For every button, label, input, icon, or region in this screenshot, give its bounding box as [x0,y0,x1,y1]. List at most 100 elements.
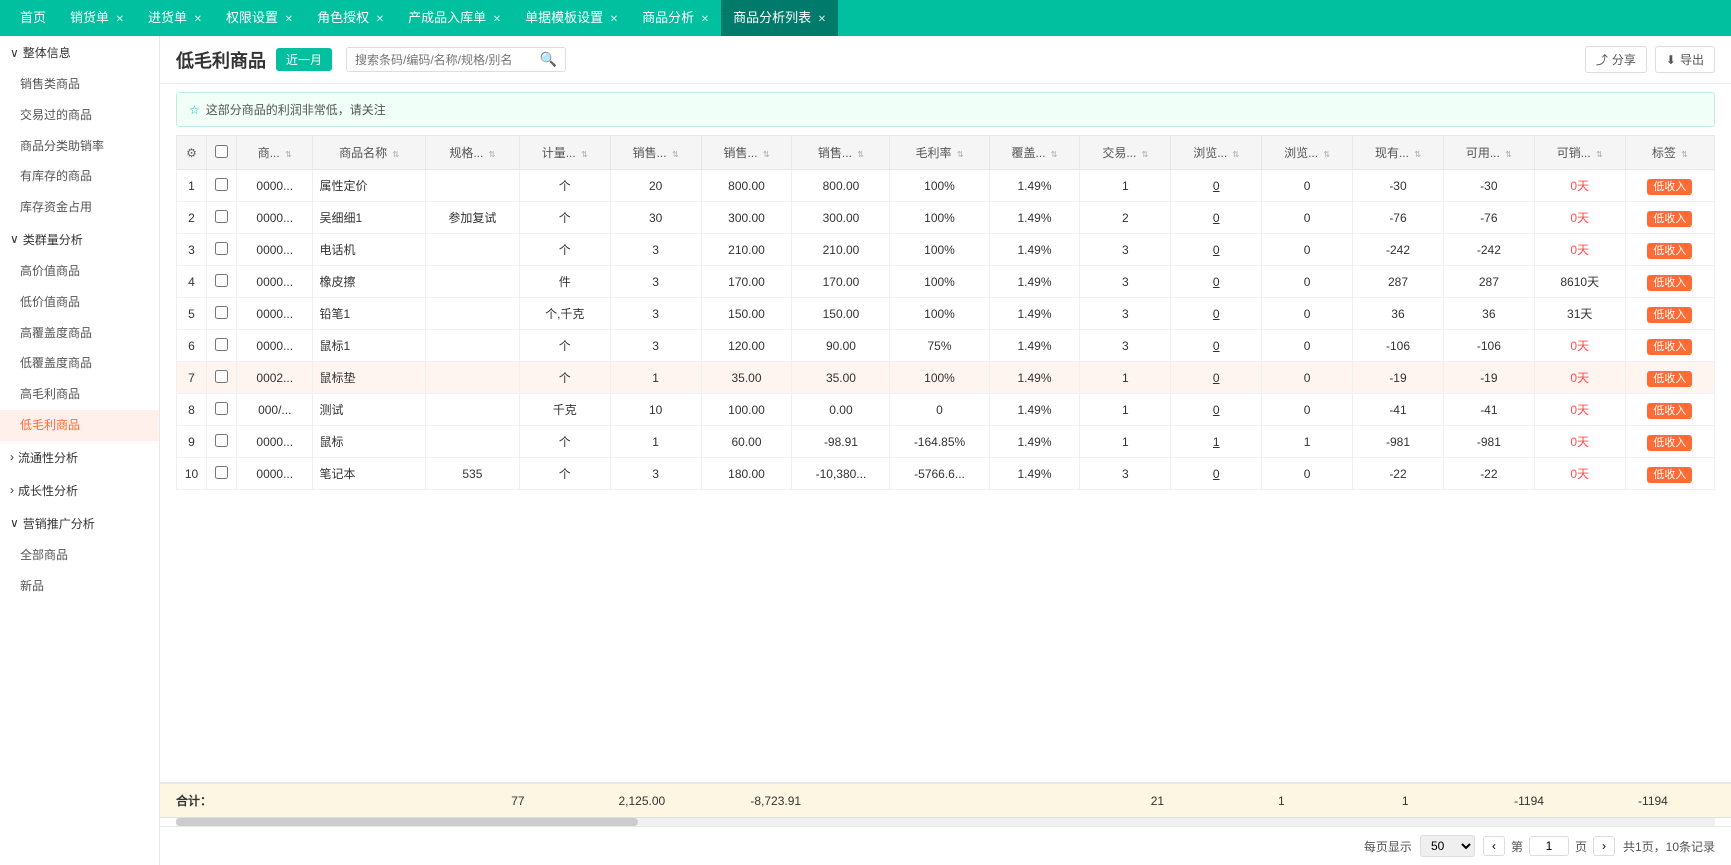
row-checkbox[interactable] [207,362,237,394]
export-button[interactable]: ⬇ 导出 [1655,46,1715,73]
close-analysis-list-icon[interactable]: ✕ [818,14,826,25]
sidebar-item-traded-products[interactable]: 交易过的商品 [0,100,159,131]
row-view1[interactable]: 0 [1171,458,1262,490]
row-sale3: 800.00 [792,170,890,202]
col-coverage[interactable]: 覆盖... ⇅ [989,136,1080,170]
col-tag[interactable]: 标签 ⇅ [1625,136,1714,170]
close-sales-icon[interactable]: ✕ [116,14,124,25]
row-unit: 个 [519,234,610,266]
row-view1[interactable]: 0 [1171,298,1262,330]
sidebar-item-high-coverage[interactable]: 高覆盖度商品 [0,318,159,349]
sidebar-item-low-value[interactable]: 低价值商品 [0,287,159,318]
sidebar-item-stock-capital[interactable]: 库存资金占用 [0,192,159,223]
nav-item-home[interactable]: 首页 [8,0,58,36]
row-view1[interactable]: 0 [1171,202,1262,234]
row-view1[interactable]: 0 [1171,362,1262,394]
col-sale3[interactable]: 销售... ⇅ [792,136,890,170]
share-button[interactable]: ⤴ 分享 [1585,46,1647,73]
sidebar-section-flow-title[interactable]: › 流通性分析 [0,441,159,474]
row-checkbox[interactable] [207,298,237,330]
total-sale3: -8,723.91 [726,794,826,808]
row-view1[interactable]: 0 [1171,266,1262,298]
row-checkbox[interactable] [207,170,237,202]
nav-item-analysis[interactable]: 商品分析 ✕ [630,0,721,36]
row-view1[interactable]: 0 [1171,234,1262,266]
col-checkbox-header[interactable] [207,136,237,170]
close-analysis-icon[interactable]: ✕ [701,14,709,25]
sidebar-item-low-margin[interactable]: 低毛利商品 [0,410,159,441]
sidebar-item-high-value[interactable]: 高价值商品 [0,256,159,287]
row-name: 测试 [313,394,425,426]
col-view2[interactable]: 浏览... ⇅ [1262,136,1353,170]
next-page-button[interactable]: › [1593,836,1615,856]
footer: 每页显示 50 20 100 ‹ 第 页 › 共1页，10条记录 [160,826,1731,865]
row-view1[interactable]: 0 [1171,394,1262,426]
col-sellable[interactable]: 可销... ⇅ [1534,136,1625,170]
sidebar-item-in-stock[interactable]: 有库存的商品 [0,161,159,192]
close-products-icon[interactable]: ✕ [493,14,501,25]
close-permissions-icon[interactable]: ✕ [285,14,293,25]
sidebar-item-sales-products[interactable]: 销售类商品 [0,69,159,100]
sidebar-item-all-products[interactable]: 全部商品 [0,540,159,571]
close-templates-icon[interactable]: ✕ [610,14,618,25]
nav-item-templates[interactable]: 单据模板设置 ✕ [513,0,630,36]
col-code[interactable]: 商... ⇅ [237,136,313,170]
close-roles-icon[interactable]: ✕ [376,14,384,25]
per-page-select[interactable]: 50 20 100 [1420,835,1475,857]
top-nav: 首页 销货单 ✕ 进货单 ✕ 权限设置 ✕ 角色授权 ✕ 产成品入库单 ✕ 单据… [0,0,1731,36]
scroll-bar-area[interactable] [176,818,1715,826]
sidebar-section-marketing-title[interactable]: ∨ 营销推广分析 [0,507,159,540]
col-view1[interactable]: 浏览... ⇅ [1171,136,1262,170]
row-margin: 100% [890,234,989,266]
row-checkbox[interactable] [207,234,237,266]
prev-page-button[interactable]: ‹ [1483,836,1505,856]
sidebar-item-low-coverage[interactable]: 低覆盖度商品 [0,348,159,379]
col-name[interactable]: 商品名称 ⇅ [313,136,425,170]
col-sale2[interactable]: 销售... ⇅ [701,136,792,170]
search-icon[interactable]: 🔍 [540,51,557,68]
sidebar-item-high-margin[interactable]: 高毛利商品 [0,379,159,410]
scroll-thumb[interactable] [176,818,638,826]
date-filter-button[interactable]: 近一月 [276,48,332,71]
sidebar-item-category-rate[interactable]: 商品分类助销率 [0,131,159,162]
nav-item-products[interactable]: 产成品入库单 ✕ [396,0,513,36]
nav-item-sales[interactable]: 销货单 ✕ [58,0,136,36]
nav-item-analysis-list[interactable]: 商品分析列表 ✕ [721,0,838,36]
per-page-label: 每页显示 [1364,838,1412,855]
col-gear[interactable]: ⚙ [177,136,207,170]
row-checkbox[interactable] [207,458,237,490]
row-checkbox[interactable] [207,426,237,458]
row-code: 0000... [237,170,313,202]
page-number-input[interactable] [1529,836,1569,856]
col-margin[interactable]: 毛利率 ⇅ [890,136,989,170]
col-sale1[interactable]: 销售... ⇅ [610,136,701,170]
row-sale1: 20 [610,170,701,202]
gear-icon[interactable]: ⚙ [186,146,197,160]
sidebar-section-overview-title[interactable]: ∨ 整体信息 [0,36,159,69]
col-spec[interactable]: 规格... ⇅ [425,136,519,170]
sidebar-section-group-title[interactable]: ∨ 类群量分析 [0,223,159,256]
row-checkbox[interactable] [207,266,237,298]
col-stock[interactable]: 现有... ⇅ [1353,136,1444,170]
row-avail: -19 [1443,362,1534,394]
col-unit[interactable]: 计量... ⇅ [519,136,610,170]
row-margin: -5766.6... [890,458,989,490]
row-view1[interactable]: 1 [1171,426,1262,458]
col-trade[interactable]: 交易... ⇅ [1080,136,1171,170]
row-avail: -76 [1443,202,1534,234]
nav-item-permissions[interactable]: 权限设置 ✕ [214,0,305,36]
row-view1[interactable]: 0 [1171,330,1262,362]
row-checkbox[interactable] [207,394,237,426]
select-all-checkbox[interactable] [215,145,228,158]
row-checkbox[interactable] [207,202,237,234]
close-purchase-icon[interactable]: ✕ [194,14,202,25]
sidebar-section-growth-title[interactable]: › 成长性分析 [0,474,159,507]
nav-item-roles[interactable]: 角色授权 ✕ [305,0,396,36]
col-avail[interactable]: 可用... ⇅ [1443,136,1534,170]
row-view2: 0 [1262,330,1353,362]
row-checkbox[interactable] [207,330,237,362]
search-input[interactable] [355,53,535,67]
row-view1[interactable]: 0 [1171,170,1262,202]
nav-item-purchase[interactable]: 进货单 ✕ [136,0,214,36]
sidebar-item-new-products[interactable]: 新品 [0,571,159,602]
